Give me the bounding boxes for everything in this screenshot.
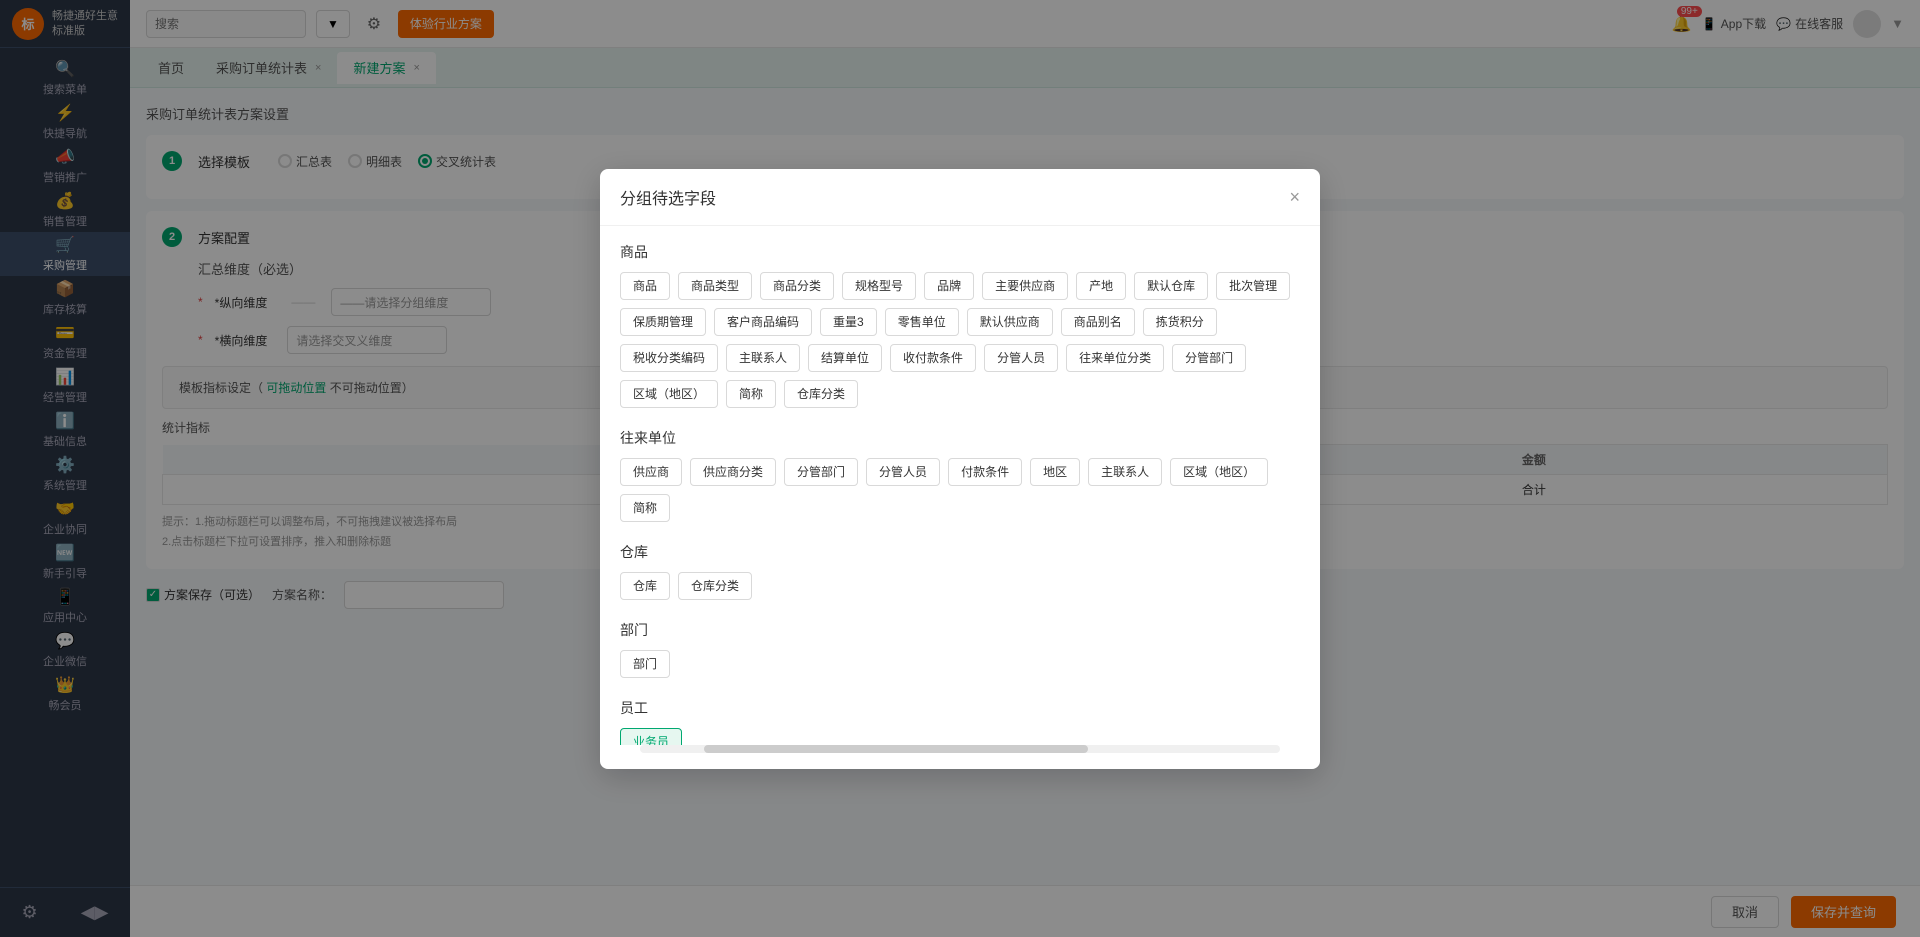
field-tag-0-18[interactable]: 结算单位 <box>808 344 882 372</box>
close-icon[interactable]: × <box>1289 188 1300 206</box>
field-tag-1-8[interactable]: 简称 <box>620 494 670 522</box>
modal-title: 分组待选字段 <box>620 185 716 209</box>
field-group-3: 部门部门 <box>620 620 1300 678</box>
field-group-title-4: 员工 <box>620 698 1300 718</box>
field-tag-0-4[interactable]: 品牌 <box>924 272 974 300</box>
field-tag-2-1[interactable]: 仓库分类 <box>678 572 752 600</box>
field-tag-1-6[interactable]: 主联系人 <box>1088 458 1162 486</box>
field-tag-1-7[interactable]: 区域（地区） <box>1170 458 1268 486</box>
field-tag-0-24[interactable]: 简称 <box>726 380 776 408</box>
modal-header: 分组待选字段 × <box>600 169 1320 226</box>
field-tag-0-6[interactable]: 产地 <box>1076 272 1126 300</box>
field-tag-0-25[interactable]: 仓库分类 <box>784 380 858 408</box>
field-selection-modal: 分组待选字段 × 商品商品商品类型商品分类规格型号品牌主要供应商产地默认仓库批次… <box>600 169 1320 769</box>
field-tag-4-0[interactable]: 业务员 <box>620 728 682 745</box>
field-tag-0-5[interactable]: 主要供应商 <box>982 272 1068 300</box>
field-tag-1-5[interactable]: 地区 <box>1030 458 1080 486</box>
field-tag-0-23[interactable]: 区域（地区） <box>620 380 718 408</box>
field-tag-0-3[interactable]: 规格型号 <box>842 272 916 300</box>
field-tag-1-4[interactable]: 付款条件 <box>948 458 1022 486</box>
field-group-title-2: 仓库 <box>620 542 1300 562</box>
modal-body: 商品商品商品类型商品分类规格型号品牌主要供应商产地默认仓库批次管理保质期管理客户… <box>600 226 1320 745</box>
modal-hscrollbar <box>600 745 1320 769</box>
field-tag-0-1[interactable]: 商品类型 <box>678 272 752 300</box>
field-tag-0-17[interactable]: 主联系人 <box>726 344 800 372</box>
field-tags-2: 仓库仓库分类 <box>620 572 1300 600</box>
field-tag-3-0[interactable]: 部门 <box>620 650 670 678</box>
modal-overlay: 分组待选字段 × 商品商品商品类型商品分类规格型号品牌主要供应商产地默认仓库批次… <box>0 0 1920 937</box>
field-group-0: 商品商品商品类型商品分类规格型号品牌主要供应商产地默认仓库批次管理保质期管理客户… <box>620 242 1300 408</box>
field-tag-0-11[interactable]: 重量3 <box>820 308 877 336</box>
field-tags-3: 部门 <box>620 650 1300 678</box>
field-group-title-3: 部门 <box>620 620 1300 640</box>
field-tag-1-3[interactable]: 分管人员 <box>866 458 940 486</box>
field-tag-1-2[interactable]: 分管部门 <box>784 458 858 486</box>
field-tag-1-0[interactable]: 供应商 <box>620 458 682 486</box>
field-tags-4: 业务员 <box>620 728 1300 745</box>
field-tag-0-21[interactable]: 往来单位分类 <box>1066 344 1164 372</box>
field-tag-0-14[interactable]: 商品别名 <box>1061 308 1135 336</box>
field-tag-0-15[interactable]: 拣货积分 <box>1143 308 1217 336</box>
field-tag-0-10[interactable]: 客户商品编码 <box>714 308 812 336</box>
field-tags-1: 供应商供应商分类分管部门分管人员付款条件地区主联系人区域（地区） 简称 <box>620 458 1300 522</box>
field-group-1: 往来单位供应商供应商分类分管部门分管人员付款条件地区主联系人区域（地区） 简称 <box>620 428 1300 522</box>
field-tag-0-2[interactable]: 商品分类 <box>760 272 834 300</box>
field-tag-0-7[interactable]: 默认仓库 <box>1134 272 1208 300</box>
field-tag-0-20[interactable]: 分管人员 <box>984 344 1058 372</box>
field-group-title-1: 往来单位 <box>620 428 1300 448</box>
field-tag-0-8[interactable]: 批次管理 <box>1216 272 1290 300</box>
field-tag-1-1[interactable]: 供应商分类 <box>690 458 776 486</box>
field-group-2: 仓库仓库仓库分类 <box>620 542 1300 600</box>
field-tag-0-16[interactable]: 税收分类编码 <box>620 344 718 372</box>
field-tag-2-0[interactable]: 仓库 <box>620 572 670 600</box>
field-tag-0-12[interactable]: 零售单位 <box>885 308 959 336</box>
field-tags-0: 商品商品类型商品分类规格型号品牌主要供应商产地默认仓库批次管理保质期管理客户商品… <box>620 272 1300 408</box>
field-tag-0-9[interactable]: 保质期管理 <box>620 308 706 336</box>
field-group-4: 员工业务员 <box>620 698 1300 745</box>
field-group-title-0: 商品 <box>620 242 1300 262</box>
field-tag-0-13[interactable]: 默认供应商 <box>967 308 1053 336</box>
field-tag-0-19[interactable]: 收付款条件 <box>890 344 976 372</box>
field-tag-0-22[interactable]: 分管部门 <box>1172 344 1246 372</box>
field-tag-0-0[interactable]: 商品 <box>620 272 670 300</box>
